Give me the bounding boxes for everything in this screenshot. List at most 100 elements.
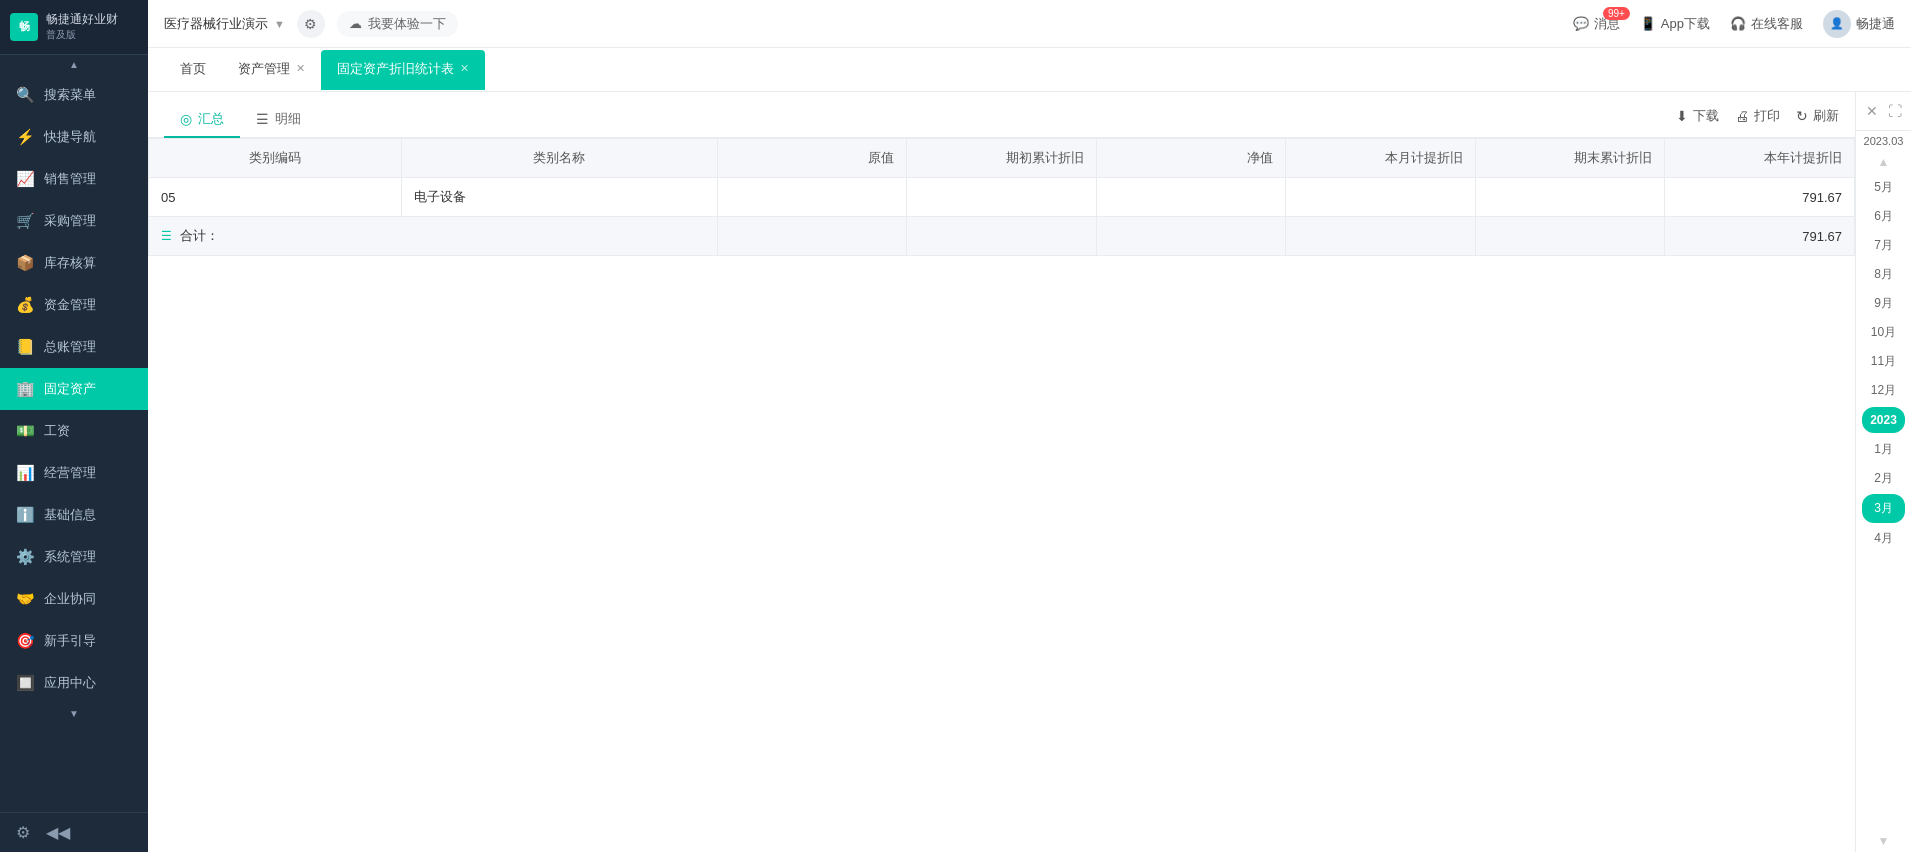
close-panel-btn[interactable]: ✕ [1862,100,1882,122]
panel-month-9[interactable]: 9月 [1856,289,1911,318]
sidebar-bottom: ⚙ ◀◀ [0,812,148,852]
inner-tab-summary[interactable]: ◎ 汇总 [164,102,240,138]
sidebar-settings-icon[interactable]: ⚙ [16,823,30,842]
main-content: 医疗器械行业演示 ▼ ⚙ ☁ 我要体验一下 💬 消息 99+ 📱 App下载 🎧… [148,0,1911,852]
guide-icon: 🎯 [16,632,34,650]
sidebar-item-basic-info[interactable]: ℹ️ 基础信息 [0,494,148,536]
row-beginning-dep [907,178,1097,217]
panel-month-10[interactable]: 10月 [1856,318,1911,347]
tab-home[interactable]: 首页 [164,50,222,90]
experience-btn[interactable]: ☁ 我要体验一下 [337,11,458,37]
sidebar-item-funds[interactable]: 💰 资金管理 [0,284,148,326]
panel-month-4[interactable]: 4月 [1856,524,1911,553]
panel-year-label: 2023.03 [1856,131,1911,151]
refresh-btn[interactable]: ↻ 刷新 [1796,107,1839,125]
summary-row: ☰ 合计： 791.67 [149,217,1855,256]
sidebar-item-ledger[interactable]: 📒 总账管理 [0,326,148,368]
inner-tab-detail[interactable]: ☰ 明细 [240,102,317,138]
row-original-value [717,178,907,217]
sidebar-item-payroll[interactable]: 💵 工资 [0,410,148,452]
company-selector[interactable]: 医疗器械行业演示 ▼ [164,15,285,33]
panel-month-3[interactable]: 3月 [1862,494,1905,523]
sidebar-item-search[interactable]: 🔍 搜索菜单 [0,74,148,116]
expand-panel-btn[interactable]: ⛶ [1886,100,1906,122]
topbar-settings-btn[interactable]: ⚙ [297,10,325,38]
panel-year-badge[interactable]: 2023 [1862,407,1905,433]
avatar: 👤 [1823,10,1851,38]
summary-tab-icon: ◎ [180,111,192,127]
sidebar-item-guide[interactable]: 🎯 新手引导 [0,620,148,662]
panel-scroll-down-btn[interactable]: ▼ [1856,830,1911,852]
col-header-original: 原值 [717,139,907,178]
sidebar-item-operations[interactable]: 📊 经营管理 [0,452,148,494]
sidebar-item-system[interactable]: ⚙️ 系统管理 [0,536,148,578]
inner-tabs: ◎ 汇总 ☰ 明细 ⬇ 下载 🖨 打印 [148,92,1855,138]
app-logo-icon: 畅 [10,13,38,41]
panel-scroll-up-btn[interactable]: ▲ [1856,151,1911,173]
headset-icon: 🎧 [1730,16,1746,31]
download-btn[interactable]: ⬇ 下载 [1676,107,1719,125]
sidebar-item-app-center[interactable]: 🔲 应用中心 [0,662,148,704]
col-header-monthly-dep: 本月计提折旧 [1286,139,1476,178]
depreciation-table: 类别编码 类别名称 原值 期初累计折旧 净值 本月计提折旧 期末累计折旧 本年计… [148,138,1855,256]
company-name: 医疗器械行业演示 [164,15,268,33]
sidebar-item-enterprise[interactable]: 🤝 企业协同 [0,578,148,620]
app-download-btn[interactable]: 📱 App下载 [1640,15,1710,33]
tab-depreciation-close-btn[interactable]: ✕ [460,62,469,75]
operations-icon: 📊 [16,464,34,482]
app-center-icon: 🔲 [16,674,34,692]
summary-beginning-dep [907,217,1097,256]
row-annual-dep: 791.67 [1665,178,1855,217]
scroll-up-btn[interactable]: ▲ [69,59,79,70]
sidebar-item-sales[interactable]: 📈 销售管理 [0,158,148,200]
col-header-ending-dep: 期末累计折旧 [1475,139,1665,178]
panel-month-6[interactable]: 6月 [1856,202,1911,231]
row-code: 05 [149,178,402,217]
system-icon: ⚙️ [16,548,34,566]
settings-icon: ⚙ [304,16,317,32]
content-area: ◎ 汇总 ☰ 明细 ⬇ 下载 🖨 打印 [148,92,1911,852]
online-support-btn[interactable]: 🎧 在线客服 [1730,15,1803,33]
enterprise-icon: 🤝 [16,590,34,608]
sales-icon: 📈 [16,170,34,188]
messages-btn[interactable]: 💬 消息 99+ [1573,15,1620,33]
sidebar-collapse-icon[interactable]: ◀◀ [46,823,70,842]
message-badge: 99+ [1603,7,1630,20]
sidebar-item-fixed-assets[interactable]: 🏢 固定资产 [0,368,148,410]
tab-depreciation-report[interactable]: 固定资产折旧统计表 ✕ [321,50,485,90]
message-icon: 💬 [1573,16,1589,31]
sidebar-item-quick-nav[interactable]: ⚡ 快捷导航 [0,116,148,158]
cloud-icon: ☁ [349,16,362,31]
panel-month-11[interactable]: 11月 [1856,347,1911,376]
funds-icon: 💰 [16,296,34,314]
summary-icon: ☰ [161,229,172,243]
panel-month-2[interactable]: 2月 [1856,464,1911,493]
col-header-beginning-dep: 期初累计折旧 [907,139,1097,178]
col-header-code: 类别编码 [149,139,402,178]
panel-month-7[interactable]: 7月 [1856,231,1911,260]
panel-month-8[interactable]: 8月 [1856,260,1911,289]
fixed-assets-icon: 🏢 [16,380,34,398]
table-wrapper: 类别编码 类别名称 原值 期初累计折旧 净值 本月计提折旧 期末累计折旧 本年计… [148,138,1855,852]
payroll-icon: 💵 [16,422,34,440]
basic-info-icon: ℹ️ [16,506,34,524]
summary-label: ☰ 合计： [149,217,718,256]
sidebar-item-inventory[interactable]: 📦 库存核算 [0,242,148,284]
user-profile-btn[interactable]: 👤 畅捷通 [1823,10,1895,38]
topbar-right: 💬 消息 99+ 📱 App下载 🎧 在线客服 👤 畅捷通 [1573,10,1895,38]
tab-asset-close-btn[interactable]: ✕ [296,62,305,75]
panel-month-5[interactable]: 5月 [1856,173,1911,202]
tab-asset-management[interactable]: 资产管理 ✕ [222,50,321,90]
col-header-name: 类别名称 [401,139,717,178]
panel-month-12[interactable]: 12月 [1856,376,1911,405]
sidebar-item-purchase[interactable]: 🛒 采购管理 [0,200,148,242]
print-btn[interactable]: 🖨 打印 [1735,107,1780,125]
tabs-bar: 首页 资产管理 ✕ 固定资产折旧统计表 ✕ [148,48,1911,92]
inventory-icon: 📦 [16,254,34,272]
scroll-down-btn[interactable]: ▼ [69,708,79,719]
panel-month-1[interactable]: 1月 [1856,435,1911,464]
summary-annual-dep: 791.67 [1665,217,1855,256]
row-monthly-dep [1286,178,1476,217]
download-icon: ⬇ [1676,108,1688,124]
summary-net-value [1096,217,1286,256]
